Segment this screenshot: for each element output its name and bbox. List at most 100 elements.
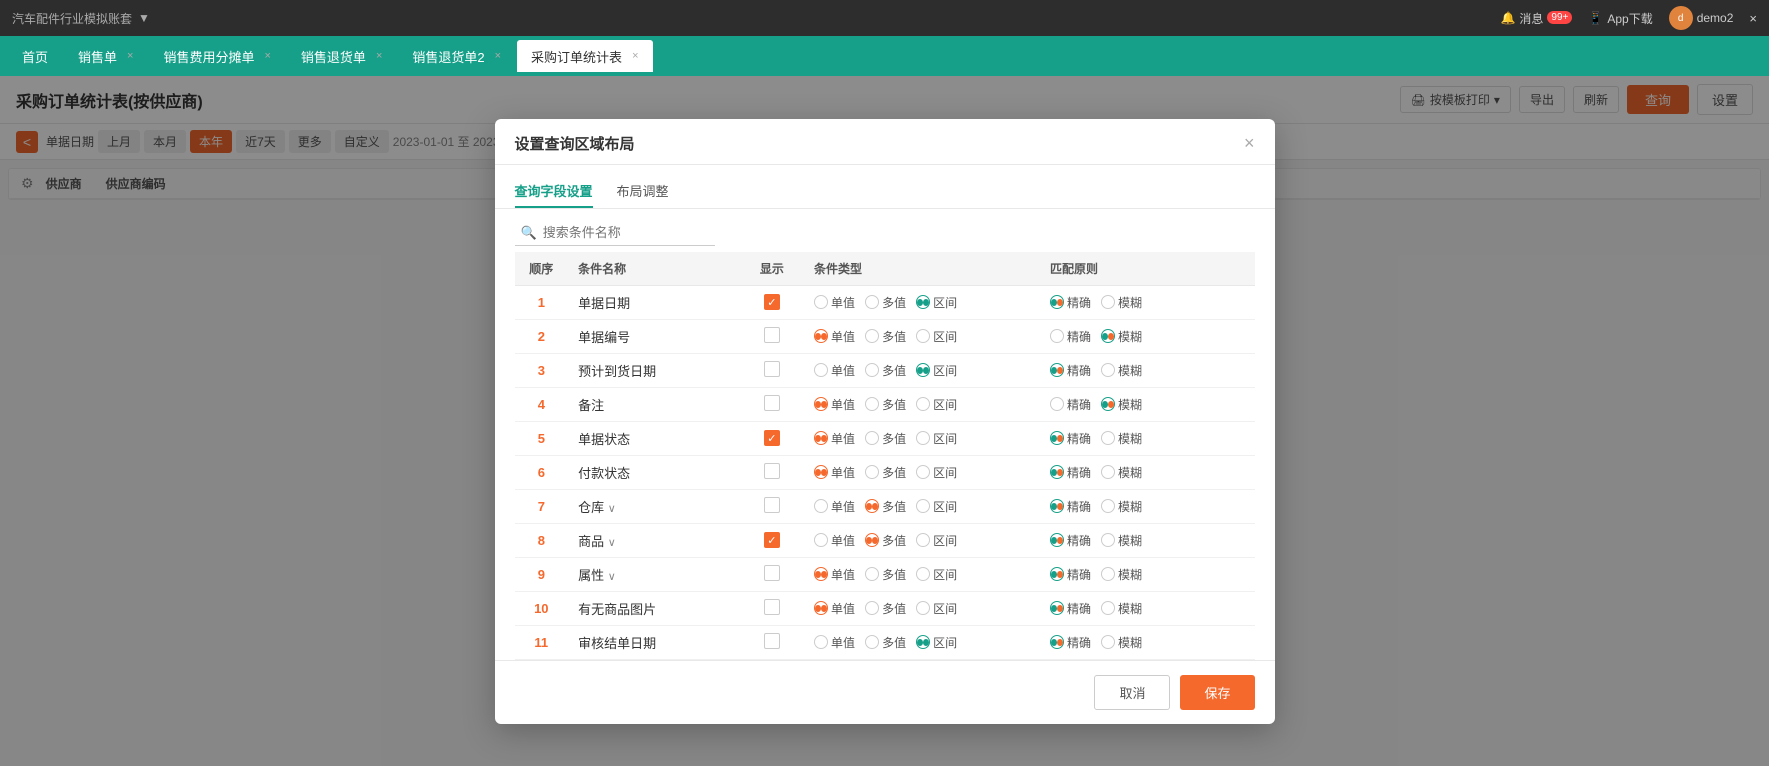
row-display[interactable] xyxy=(740,319,804,353)
nav-tab-purchase-stats[interactable]: 采购订单统计表 × xyxy=(517,40,652,72)
match-radio-模糊[interactable]: 模糊 xyxy=(1101,600,1142,617)
row-display[interactable] xyxy=(740,455,804,489)
match-radio-模糊[interactable]: 模糊 xyxy=(1101,328,1142,345)
checkbox-unchecked[interactable] xyxy=(764,633,780,649)
match-radio-模糊[interactable]: 模糊 xyxy=(1101,294,1142,311)
checkbox-unchecked[interactable] xyxy=(764,327,780,343)
sales-tab-close[interactable]: × xyxy=(127,50,133,62)
type-radio-区间[interactable]: 区间 xyxy=(916,362,957,379)
type-radio-单值[interactable]: 单值 xyxy=(814,566,855,583)
row-display[interactable] xyxy=(740,387,804,421)
type-radio-多值[interactable]: 多值 xyxy=(865,396,906,413)
row-display[interactable] xyxy=(740,591,804,625)
match-radio-精确[interactable]: 精确 xyxy=(1050,566,1091,583)
type-radio-区间[interactable]: 区间 xyxy=(916,430,957,447)
type-radio-多值[interactable]: 多值 xyxy=(865,566,906,583)
checkbox-unchecked[interactable] xyxy=(764,395,780,411)
checkbox-unchecked[interactable] xyxy=(764,565,780,581)
nav-tab-home[interactable]: 首页 xyxy=(8,40,62,72)
type-radio-单值[interactable]: 单值 xyxy=(814,600,855,617)
type-radio-多值[interactable]: 多值 xyxy=(865,430,906,447)
sales-expense-close[interactable]: × xyxy=(264,50,270,62)
match-radio-精确[interactable]: 精确 xyxy=(1050,362,1091,379)
match-radio-精确[interactable]: 精确 xyxy=(1050,328,1091,345)
checkbox-checked[interactable] xyxy=(764,430,780,446)
type-radio-区间[interactable]: 区间 xyxy=(916,566,957,583)
nav-tab-sales[interactable]: 销售单 × xyxy=(64,40,147,72)
purchase-stats-close[interactable]: × xyxy=(632,50,638,62)
search-input[interactable] xyxy=(543,225,693,240)
row-match: 精确模糊 xyxy=(1040,319,1255,353)
topbar-close-btn[interactable]: × xyxy=(1749,11,1757,26)
row-display[interactable] xyxy=(740,285,804,319)
match-radio-模糊[interactable]: 模糊 xyxy=(1101,464,1142,481)
checkbox-unchecked[interactable] xyxy=(764,463,780,479)
match-radio-模糊[interactable]: 模糊 xyxy=(1101,566,1142,583)
type-radio-区间[interactable]: 区间 xyxy=(916,498,957,515)
match-radio-模糊[interactable]: 模糊 xyxy=(1101,532,1142,549)
row-display[interactable] xyxy=(740,489,804,523)
type-radio-区间[interactable]: 区间 xyxy=(916,396,957,413)
type-radio-多值[interactable]: 多值 xyxy=(865,362,906,379)
nav-tab-sales-expense[interactable]: 销售费用分摊单 × xyxy=(149,40,284,72)
match-radio-精确[interactable]: 精确 xyxy=(1050,464,1091,481)
row-display[interactable] xyxy=(740,421,804,455)
type-radio-多值[interactable]: 多值 xyxy=(865,294,906,311)
type-radio-单值[interactable]: 单值 xyxy=(814,464,855,481)
match-radio-模糊[interactable]: 模糊 xyxy=(1101,634,1142,651)
nav-tab-sales-return2[interactable]: 销售退货单2 × xyxy=(398,40,515,72)
save-btn[interactable]: 保存 xyxy=(1180,675,1254,710)
type-radio-多值[interactable]: 多值 xyxy=(865,498,906,515)
type-radio-单值[interactable]: 单值 xyxy=(814,634,855,651)
checkbox-checked[interactable] xyxy=(764,294,780,310)
row-display[interactable] xyxy=(740,523,804,557)
modal-tab-query-fields[interactable]: 查询字段设置 xyxy=(515,175,593,208)
type-radio-多值[interactable]: 多值 xyxy=(865,634,906,651)
checkbox-checked[interactable] xyxy=(764,532,780,548)
type-radio-单值[interactable]: 单值 xyxy=(814,396,855,413)
modal-tab-layout[interactable]: 布局调整 xyxy=(617,175,669,208)
type-radio-区间[interactable]: 区间 xyxy=(916,532,957,549)
match-radio-模糊[interactable]: 模糊 xyxy=(1101,396,1142,413)
sales-return2-close[interactable]: × xyxy=(495,50,501,62)
user-area[interactable]: d demo2 xyxy=(1669,6,1734,30)
match-radio-精确[interactable]: 精确 xyxy=(1050,294,1091,311)
match-radio-精确[interactable]: 精确 xyxy=(1050,532,1091,549)
type-radio-单值[interactable]: 单值 xyxy=(814,362,855,379)
type-radio-单值[interactable]: 单值 xyxy=(814,532,855,549)
checkbox-unchecked[interactable] xyxy=(764,599,780,615)
cancel-btn[interactable]: 取消 xyxy=(1094,675,1170,710)
type-radio-单值[interactable]: 单值 xyxy=(814,430,855,447)
match-radio-模糊[interactable]: 模糊 xyxy=(1101,498,1142,515)
match-radio-模糊[interactable]: 模糊 xyxy=(1101,362,1142,379)
checkbox-unchecked[interactable] xyxy=(764,497,780,513)
match-radio-精确[interactable]: 精确 xyxy=(1050,396,1091,413)
match-radio-模糊[interactable]: 模糊 xyxy=(1101,430,1142,447)
row-display[interactable] xyxy=(740,557,804,591)
modal-close-btn[interactable]: × xyxy=(1244,134,1255,152)
type-radio-区间[interactable]: 区间 xyxy=(916,600,957,617)
type-radio-单值[interactable]: 单值 xyxy=(814,328,855,345)
app-download-btn[interactable]: 📱 App下载 xyxy=(1588,10,1652,27)
type-radio-多值[interactable]: 多值 xyxy=(865,328,906,345)
type-radio-单值[interactable]: 单值 xyxy=(814,294,855,311)
type-radio-区间[interactable]: 区间 xyxy=(916,328,957,345)
match-radio-精确[interactable]: 精确 xyxy=(1050,498,1091,515)
type-radio-多值[interactable]: 多值 xyxy=(865,464,906,481)
type-radio-区间[interactable]: 区间 xyxy=(916,294,957,311)
type-radio-区间[interactable]: 区间 xyxy=(916,464,957,481)
type-radio-单值[interactable]: 单值 xyxy=(814,498,855,515)
nav-tab-sales-return[interactable]: 销售退货单 × xyxy=(287,40,396,72)
checkbox-unchecked[interactable] xyxy=(764,361,780,377)
type-radio-多值[interactable]: 多值 xyxy=(865,600,906,617)
match-radio-精确[interactable]: 精确 xyxy=(1050,634,1091,651)
match-radio-精确[interactable]: 精确 xyxy=(1050,600,1091,617)
notification-btn[interactable]: 🔔 消息 99+ xyxy=(1500,10,1572,27)
row-display[interactable] xyxy=(740,625,804,659)
match-radio-精确[interactable]: 精确 xyxy=(1050,430,1091,447)
type-radio-区间[interactable]: 区间 xyxy=(916,634,957,651)
sales-return-close[interactable]: × xyxy=(376,50,382,62)
app-dropdown-icon[interactable]: ▼ xyxy=(138,11,150,25)
type-radio-多值[interactable]: 多值 xyxy=(865,532,906,549)
row-display[interactable] xyxy=(740,353,804,387)
